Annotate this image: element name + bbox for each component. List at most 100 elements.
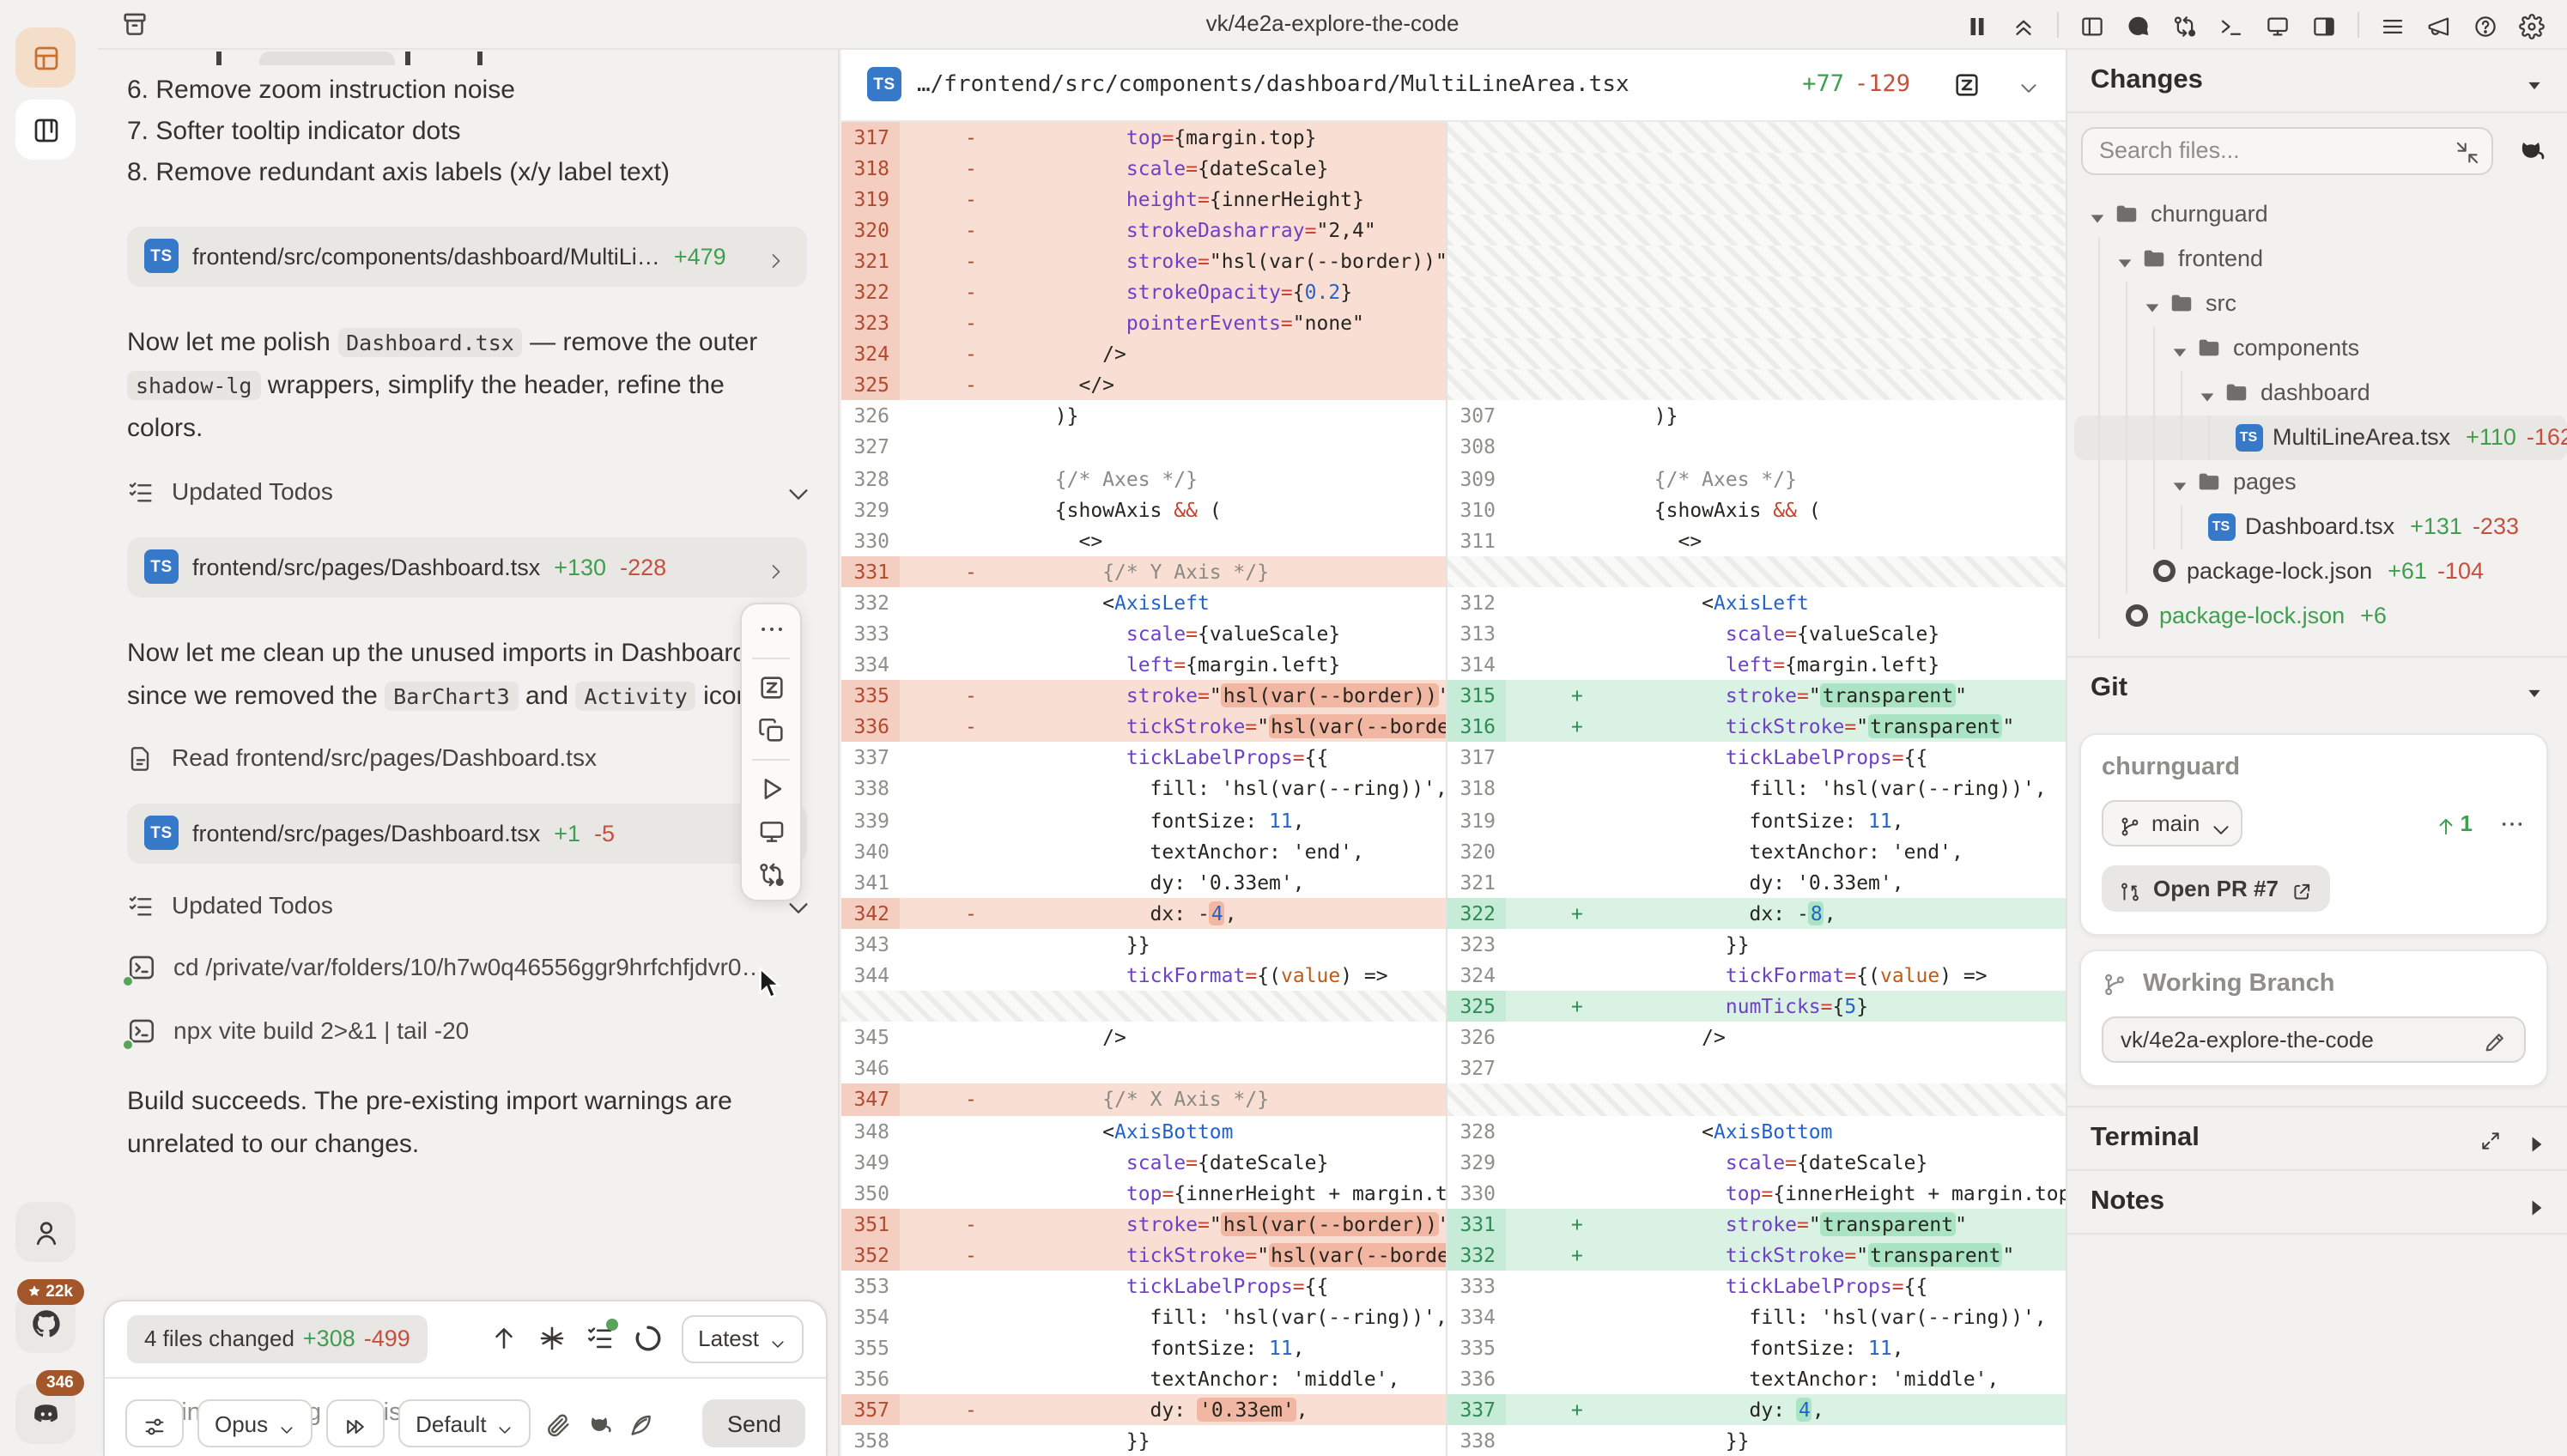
- collapse-tree-icon[interactable]: [2455, 138, 2479, 162]
- diff-line: 316+ tickStroke="transparent": [1447, 712, 2065, 743]
- updated-todos-row[interactable]: Updated Todos: [127, 890, 807, 918]
- settings-icon[interactable]: [2519, 12, 2545, 38]
- tree-item[interactable]: package-lock.json+61-104: [2073, 549, 2567, 593]
- open-pr-button[interactable]: Open PR #7: [2102, 864, 2330, 911]
- rail-person-button[interactable]: [15, 1202, 76, 1262]
- zbox-icon[interactable]: [756, 673, 786, 702]
- terminal-section-header[interactable]: Terminal: [2066, 1107, 2567, 1168]
- file-change-chip[interactable]: TSfrontend/src/pages/Dashboard.tsx+1-5: [127, 803, 807, 863]
- diff-row: 326 )}307 )}: [841, 401, 2065, 432]
- branch-dropdown[interactable]: main: [2102, 799, 2242, 846]
- panel-left-icon[interactable]: [2079, 12, 2105, 38]
- code-text: tickStroke="transparent": [1506, 1240, 2065, 1271]
- diff-marker: +: [1571, 898, 1583, 929]
- model-dropdown[interactable]: Opus: [197, 1399, 313, 1447]
- file-name: Dashboard.tsx: [2245, 513, 2394, 539]
- terminal-command-row[interactable]: npx vite build 2>&1 | tail -20: [127, 1016, 807, 1045]
- file-change-chip[interactable]: TSfrontend/src/components/dashboard/Mult…: [127, 226, 807, 286]
- tree-item[interactable]: package-lock.json+6: [2073, 593, 2567, 638]
- search-input[interactable]: [2080, 126, 2493, 174]
- code-text: dy: 4,: [1506, 1395, 2065, 1426]
- tree-item[interactable]: TSMultiLineArea.tsx+110-162: [2073, 415, 2567, 459]
- version-dropdown[interactable]: Latest: [681, 1314, 804, 1362]
- diff-line: 339 fontSize: 11,: [841, 804, 1447, 835]
- send-button[interactable]: Send: [703, 1399, 805, 1447]
- sparkle-icon[interactable]: [537, 1324, 566, 1353]
- tree-item[interactable]: dashboard: [2073, 370, 2567, 415]
- chat-bubble-icon[interactable]: [2126, 12, 2151, 38]
- working-branch-field[interactable]: vk/4e2a-explore-the-code: [2102, 1016, 2526, 1062]
- dots-icon[interactable]: [756, 615, 786, 644]
- repo-name: churnguard: [2102, 753, 2526, 780]
- git-section-header[interactable]: Git: [2066, 657, 2567, 719]
- scroll-to-top-button[interactable]: [489, 1324, 518, 1353]
- settings-sliders-button[interactable]: [125, 1399, 184, 1447]
- folder-name: dashboard: [2261, 379, 2370, 405]
- cat-button[interactable]: [2515, 135, 2546, 166]
- tree-item[interactable]: TSDashboard.tsx+131-233: [2073, 504, 2567, 549]
- line-number: 326: [1447, 1022, 1506, 1053]
- code-text: </>: [900, 370, 1446, 401]
- notes-section-header[interactable]: Notes: [2066, 1170, 2567, 1232]
- tree-item[interactable]: pages: [2073, 459, 2567, 504]
- tree-item[interactable]: frontend: [2073, 236, 2567, 281]
- expand-notes-icon[interactable]: [2526, 1192, 2543, 1210]
- diff-row: 351- stroke="hsl(var(--border))"331+ str…: [841, 1209, 2065, 1240]
- megaphone-icon[interactable]: [2426, 12, 2452, 38]
- tree-item[interactable]: components: [2073, 325, 2567, 370]
- line-number: 323: [841, 307, 900, 338]
- diff-row: 344 tickFormat={(value) =>324 tickFormat…: [841, 960, 2065, 991]
- todos-status-icon[interactable]: [585, 1324, 614, 1353]
- diff-view-icon[interactable]: [1951, 70, 1981, 99]
- diff-line: 341 dy: '0.33em',: [841, 867, 1447, 898]
- collapse-diff-icon[interactable]: [2017, 73, 2039, 95]
- toolbar-divider: [2057, 12, 2059, 38]
- menu-icon[interactable]: [2380, 12, 2406, 38]
- file-change-chip[interactable]: TSfrontend/src/pages/Dashboard.tsx+130-2…: [127, 537, 807, 597]
- terminal-command-row[interactable]: cd /private/var/folders/10/h7w0q46556ggr…: [127, 952, 807, 981]
- copy-icon[interactable]: [756, 716, 786, 745]
- diff-line: 358 }}: [841, 1426, 1447, 1456]
- pause-icon[interactable]: [1964, 12, 1990, 38]
- line-number: 329: [841, 494, 900, 525]
- expand-section-icon[interactable]: [2526, 1129, 2543, 1146]
- git-compare-icon[interactable]: [2172, 12, 2198, 38]
- chevrons-up-icon[interactable]: [2011, 12, 2036, 38]
- expand-terminal-icon[interactable]: [2479, 1126, 2502, 1149]
- repo-menu-button[interactable]: [2498, 809, 2526, 836]
- diff-header[interactable]: TS …/frontend/src/components/dashboard/M…: [841, 49, 2065, 121]
- updated-todos-row[interactable]: Updated Todos: [127, 476, 807, 504]
- cat-icon[interactable]: [586, 1410, 614, 1437]
- tree-item[interactable]: churnguard: [2073, 191, 2567, 236]
- tree-item[interactable]: src: [2073, 281, 2567, 325]
- git-compare-icon[interactable]: [756, 860, 786, 889]
- fast-forward-button[interactable]: [326, 1399, 385, 1447]
- terminal-icon[interactable]: [2218, 12, 2244, 38]
- monitor-icon[interactable]: [2265, 12, 2291, 38]
- diff-marker: -: [965, 246, 977, 276]
- mode-dropdown[interactable]: Default: [398, 1399, 531, 1447]
- attach-icon[interactable]: [545, 1410, 573, 1437]
- diff-row: 333 scale={valueScale}313 scale={valueSc…: [841, 618, 2065, 649]
- line-number: 358: [841, 1426, 900, 1456]
- diff-body[interactable]: 317- top={margin.top}318- scale={dateSca…: [841, 121, 2065, 1456]
- rail-tab-kanban[interactable]: [15, 100, 76, 160]
- quill-icon[interactable]: [628, 1410, 655, 1437]
- play-icon[interactable]: [756, 774, 786, 804]
- diff-line: 317- top={margin.top}: [841, 121, 1447, 152]
- help-icon[interactable]: [2473, 12, 2498, 38]
- added-count: +479: [674, 243, 726, 269]
- rail-tab-layout[interactable]: [15, 27, 76, 88]
- code-text: <AxisLeft: [1506, 587, 2065, 618]
- chat-scroll-area[interactable]: 6. Remove zoom instruction noise7. Softe…: [98, 49, 838, 1250]
- diff-row: 329 {showAxis && (310 {showAxis && (: [841, 494, 2065, 525]
- edit-branch-icon[interactable]: [2483, 1027, 2507, 1051]
- monitor-icon[interactable]: [756, 817, 786, 846]
- line-number: 330: [841, 525, 900, 555]
- changes-section-header[interactable]: Changes: [2066, 49, 2567, 111]
- line-number: 331: [1447, 1209, 1506, 1240]
- files-changed-chip[interactable]: 4 files changed +308 -499: [127, 1314, 428, 1362]
- line-number: 348: [841, 1115, 900, 1146]
- panel-right-icon[interactable]: [2311, 12, 2337, 38]
- read-file-row[interactable]: Read frontend/src/pages/Dashboard.tsx: [127, 743, 807, 770]
